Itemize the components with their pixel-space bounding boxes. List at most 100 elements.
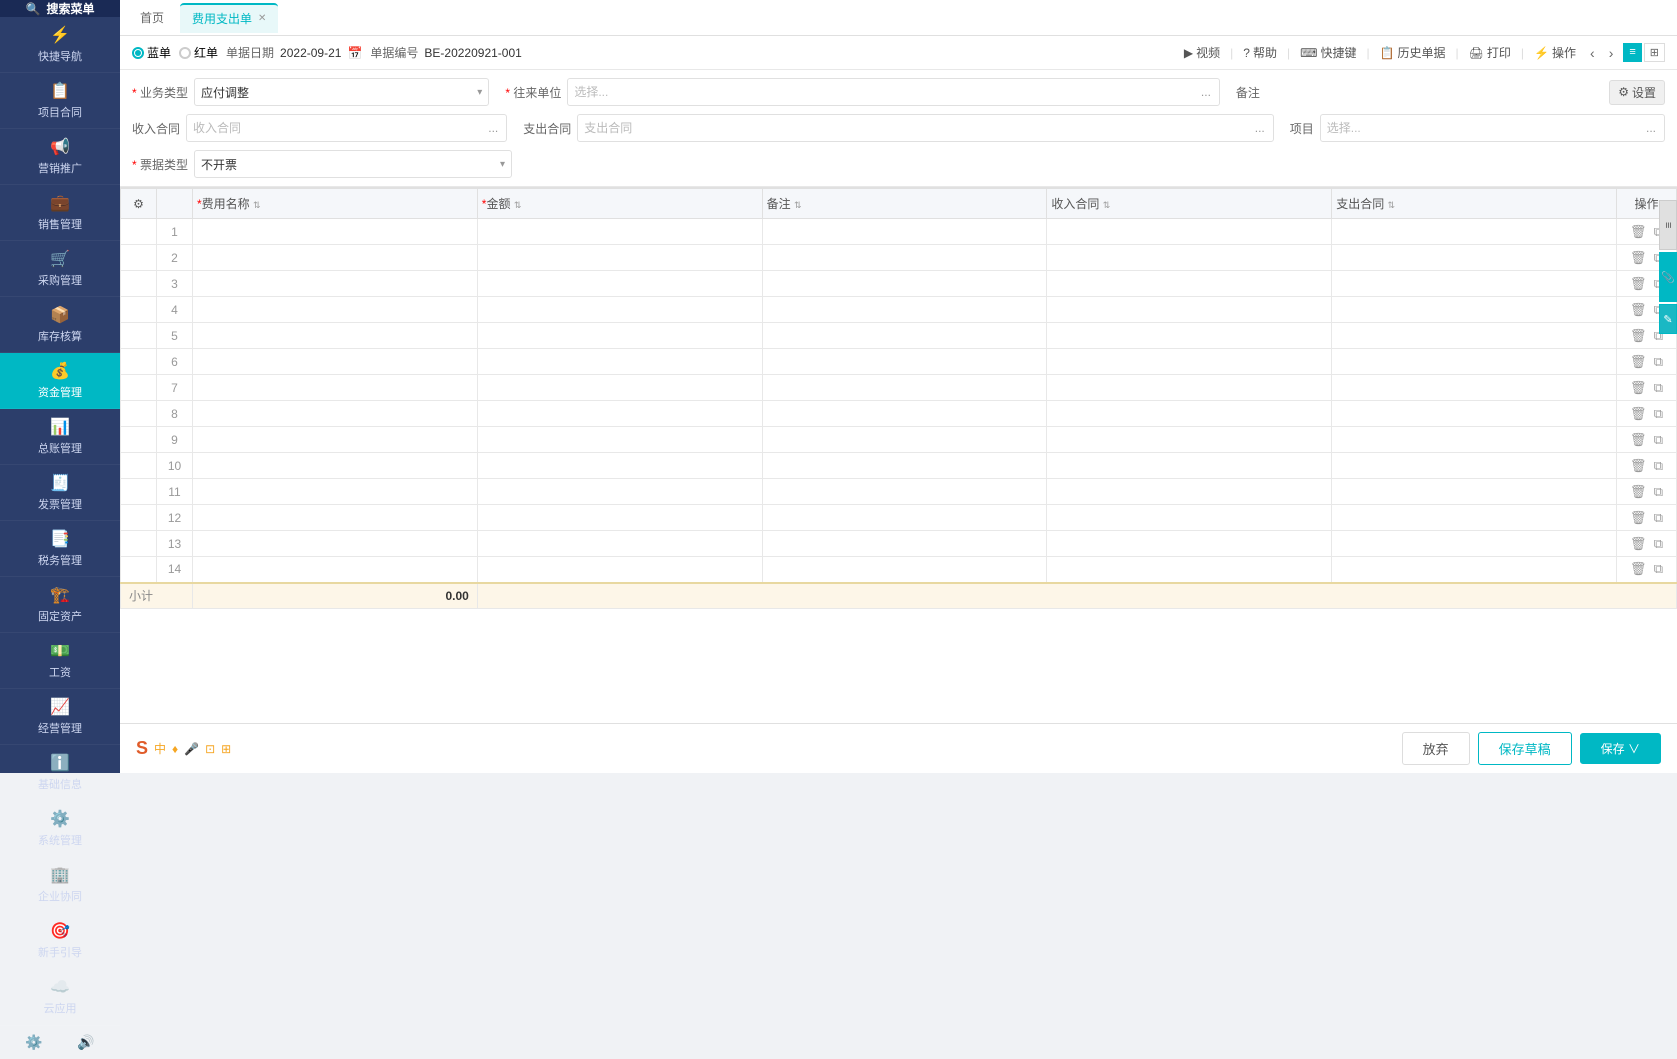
radio-red[interactable]: 红单 <box>179 44 218 61</box>
sidebar-item-enterprise[interactable]: 🏢 企业协同 <box>0 857 120 913</box>
row-amount-6[interactable] <box>477 349 762 375</box>
row-expense-contract-7[interactable] <box>1332 375 1617 401</box>
date-value[interactable]: 2022-09-21 <box>280 46 341 60</box>
row-expense-contract-5[interactable] <box>1332 323 1617 349</box>
row-copy-icon-11[interactable]: ⧉ <box>1652 484 1665 499</box>
row-copy-icon-6[interactable]: ⧉ <box>1652 354 1665 369</box>
help-btn[interactable]: ? 帮助 <box>1239 42 1281 63</box>
row-delete-icon-6[interactable]: 🗑 <box>1628 354 1649 369</box>
row-copy-icon-10[interactable]: ⧉ <box>1652 458 1665 473</box>
sidebar-item-operations[interactable]: 📈 经营管理 <box>0 689 120 745</box>
project-dots-btn[interactable]: ... <box>1644 121 1658 135</box>
row-expense-name-9[interactable] <box>193 427 478 453</box>
save-button[interactable]: 保存 ∨ <box>1580 733 1661 764</box>
row-expense-name-3[interactable] <box>193 271 478 297</box>
shortcut-btn[interactable]: ⌨ 快捷键 <box>1296 42 1360 63</box>
row-delete-icon-11[interactable]: 🗑 <box>1628 484 1649 499</box>
biz-type-select[interactable]: 应付调整 ▾ <box>194 78 489 106</box>
row-expense-contract-6[interactable] <box>1332 349 1617 375</box>
sidebar-item-fixed-assets[interactable]: 🏗️ 固定资产 <box>0 577 120 633</box>
video-btn[interactable]: ▶ 视频 <box>1180 42 1224 63</box>
row-copy-icon-12[interactable]: ⧉ <box>1652 510 1665 525</box>
row-delete-icon-10[interactable]: 🗑 <box>1628 458 1649 473</box>
row-income-contract-10[interactable] <box>1047 453 1332 479</box>
sidebar-header[interactable]: 🔍 搜索菜单 <box>0 0 120 17</box>
row-remark-14[interactable] <box>762 557 1047 583</box>
row-expense-contract-9[interactable] <box>1332 427 1617 453</box>
row-expense-name-4[interactable] <box>193 297 478 323</box>
nav-next-icon[interactable]: › <box>1605 43 1618 63</box>
row-income-contract-3[interactable] <box>1047 271 1332 297</box>
sidebar-item-basic-info[interactable]: ℹ️ 基础信息 <box>0 745 120 801</box>
income-contract-dots-btn[interactable]: ... <box>486 121 500 135</box>
row-remark-6[interactable] <box>762 349 1047 375</box>
row-delete-icon-3[interactable]: 🗑 <box>1628 276 1649 291</box>
row-remark-1[interactable] <box>762 219 1047 245</box>
row-income-contract-8[interactable] <box>1047 401 1332 427</box>
sidebar-item-sales[interactable]: 💼 销售管理 <box>0 185 120 241</box>
row-remark-9[interactable] <box>762 427 1047 453</box>
row-copy-icon-9[interactable]: ⧉ <box>1652 432 1665 447</box>
row-delete-icon-2[interactable]: 🗑 <box>1628 250 1649 265</box>
row-amount-4[interactable] <box>477 297 762 323</box>
volume-footer-icon[interactable]: 🔊 <box>77 1034 94 1051</box>
row-expense-contract-11[interactable] <box>1332 479 1617 505</box>
row-remark-5[interactable] <box>762 323 1047 349</box>
row-delete-icon-1[interactable]: 🗑 <box>1628 224 1649 239</box>
view-list-btn[interactable]: ≡ <box>1623 43 1641 62</box>
row-income-contract-9[interactable] <box>1047 427 1332 453</box>
save-draft-button[interactable]: 保存草稿 <box>1478 732 1572 765</box>
sidebar-item-invoice[interactable]: 🧾 发票管理 <box>0 465 120 521</box>
sidebar-item-capital[interactable]: 💰 资金管理 <box>0 353 120 409</box>
row-income-contract-11[interactable] <box>1047 479 1332 505</box>
row-income-contract-13[interactable] <box>1047 531 1332 557</box>
row-income-contract-7[interactable] <box>1047 375 1332 401</box>
row-amount-5[interactable] <box>477 323 762 349</box>
row-copy-icon-7[interactable]: ⧉ <box>1652 380 1665 395</box>
side-panel-btn-2[interactable]: 📎 <box>1659 252 1677 302</box>
row-expense-contract-4[interactable] <box>1332 297 1617 323</box>
project-input[interactable]: ... <box>1320 114 1665 142</box>
row-expense-name-10[interactable] <box>193 453 478 479</box>
sidebar-item-cloud[interactable]: ☁️ 云应用 <box>0 969 120 1025</box>
row-expense-contract-13[interactable] <box>1332 531 1617 557</box>
row-delete-icon-5[interactable]: 🗑 <box>1628 328 1649 343</box>
radio-blue[interactable]: 蓝单 <box>132 44 171 61</box>
row-delete-icon-13[interactable]: 🗑 <box>1628 536 1649 551</box>
calendar-icon[interactable]: 📅 <box>347 46 362 60</box>
sidebar-item-inventory[interactable]: 📦 库存核算 <box>0 297 120 353</box>
print-btn[interactable]: 🖨 打印 <box>1465 42 1515 63</box>
expense-contract-input[interactable]: ... <box>577 114 1273 142</box>
number-value[interactable]: BE-20220921-001 <box>424 46 521 60</box>
view-grid-btn[interactable]: ⊞ <box>1644 43 1665 62</box>
row-delete-icon-9[interactable]: 🗑 <box>1628 432 1649 447</box>
sidebar-item-tax[interactable]: 📑 税务管理 <box>0 521 120 577</box>
tab-home[interactable]: 首页 <box>128 3 176 33</box>
income-contract-input-field[interactable] <box>193 121 482 135</box>
row-income-contract-4[interactable] <box>1047 297 1332 323</box>
sort-amount-icon[interactable]: ⇅ <box>514 200 522 210</box>
counterpart-dots-btn[interactable]: ... <box>1199 85 1213 99</box>
discard-button[interactable]: 放弃 <box>1402 732 1470 765</box>
row-amount-9[interactable] <box>477 427 762 453</box>
row-remark-2[interactable] <box>762 245 1047 271</box>
row-expense-contract-10[interactable] <box>1332 453 1617 479</box>
sidebar-item-payroll[interactable]: 💵 工资 <box>0 633 120 689</box>
sidebar-item-purchase[interactable]: 🛒 采购管理 <box>0 241 120 297</box>
income-contract-input[interactable]: ... <box>186 114 507 142</box>
action-btn[interactable]: ⚡ 操作 <box>1530 42 1580 63</box>
table-header-settings[interactable]: ⚙ <box>121 189 157 219</box>
row-remark-11[interactable] <box>762 479 1047 505</box>
row-remark-10[interactable] <box>762 453 1047 479</box>
row-expense-name-7[interactable] <box>193 375 478 401</box>
row-amount-2[interactable] <box>477 245 762 271</box>
row-amount-13[interactable] <box>477 531 762 557</box>
row-copy-icon-8[interactable]: ⧉ <box>1652 406 1665 421</box>
row-income-contract-2[interactable] <box>1047 245 1332 271</box>
row-income-contract-6[interactable] <box>1047 349 1332 375</box>
row-remark-4[interactable] <box>762 297 1047 323</box>
counterpart-input-field[interactable] <box>574 85 1195 99</box>
settings-btn[interactable]: ⚙ 设置 <box>1609 80 1665 105</box>
row-amount-1[interactable] <box>477 219 762 245</box>
row-expense-contract-8[interactable] <box>1332 401 1617 427</box>
